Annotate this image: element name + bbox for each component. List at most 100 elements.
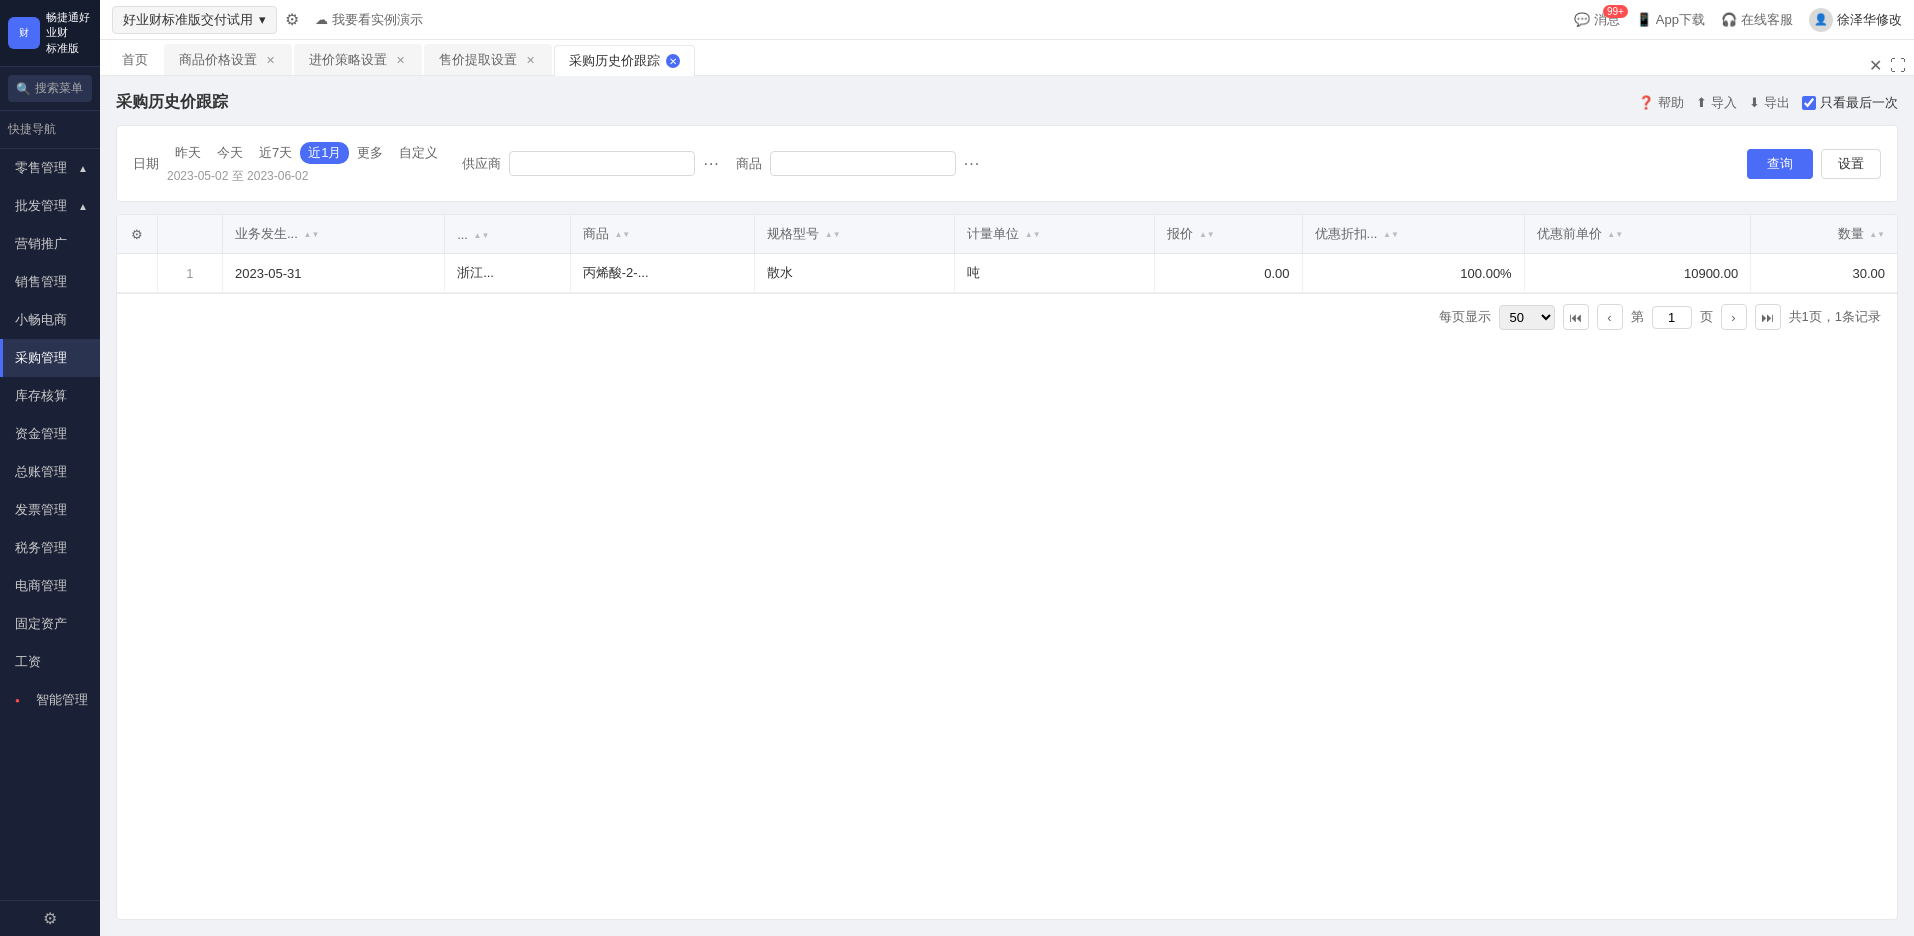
sidebar-item-fixed-assets[interactable]: 固定资产 (0, 605, 100, 643)
search-icon: 🔍 (16, 82, 31, 96)
main-area: 好业财标准版交付试用 ▾ ⚙ ☁ 我要看实例演示 💬 消息 99+ 📱 App下… (100, 0, 1914, 936)
sidebar-item-payroll[interactable]: 工资 (0, 643, 100, 681)
date-label: 日期 (133, 155, 159, 173)
help-icon: ❓ (1638, 95, 1654, 110)
date-option-1month[interactable]: 近1月 (300, 142, 349, 164)
goods-input[interactable] (770, 151, 956, 176)
tab-price[interactable]: 商品价格设置 ✕ (164, 44, 292, 75)
export-button[interactable]: ⬇ 导出 (1749, 94, 1790, 112)
tab-price-close[interactable]: ✕ (263, 53, 277, 67)
topbar-right: 💬 消息 99+ 📱 App下载 🎧 在线客服 👤 徐泽华修改 (1574, 8, 1902, 32)
tab-expand-button[interactable]: ⛶ (1890, 57, 1906, 75)
td-price: 0.00 (1155, 254, 1302, 293)
td-quantity: 30.00 (1751, 254, 1897, 293)
query-button[interactable]: 查询 (1747, 149, 1813, 179)
tab-strategy-close[interactable]: ✕ (393, 53, 407, 67)
quick-nav-button[interactable]: 快捷导航 (0, 115, 100, 144)
only-last-checkbox[interactable]: 只看最后一次 (1802, 94, 1898, 112)
online-service-button[interactable]: 🎧 在线客服 (1721, 11, 1793, 29)
td-unit-price: 10900.00 (1524, 254, 1751, 293)
th-spec[interactable]: 规格型号 ▲▼ (755, 215, 955, 254)
sidebar-item-ecommerce-small[interactable]: 小畅电商 (0, 301, 100, 339)
th-discount[interactable]: 优惠折扣... ▲▼ (1302, 215, 1524, 254)
data-table: ⚙ 业务发生... ▲▼ ... ▲▼ 商品 ▲▼ (117, 215, 1897, 293)
th-goods[interactable]: 商品 ▲▼ (570, 215, 754, 254)
last-page-button[interactable]: ⏭ (1755, 304, 1781, 330)
th-unit[interactable]: 计量单位 ▲▼ (955, 215, 1155, 254)
import-button[interactable]: ⬆ 导入 (1696, 94, 1737, 112)
table-row: 1 2023-05-31 浙江... 丙烯酸-2-... 散水 吨 0.00 1… (117, 254, 1897, 293)
sidebar-item-sales[interactable]: 销售管理 (0, 263, 100, 301)
app-logo-text: 畅捷通好业财 标准版 (46, 10, 92, 56)
th-price[interactable]: 报价 ▲▼ (1155, 215, 1302, 254)
sidebar-item-retail[interactable]: 零售管理 ▲ (0, 149, 100, 187)
sidebar-quick-nav[interactable]: 快捷导航 (0, 111, 100, 149)
tab-track-close[interactable]: ✕ (666, 54, 680, 68)
sort-icon: ▲▼ (1383, 230, 1399, 239)
date-option-today[interactable]: 今天 (209, 142, 251, 164)
filter-date: 日期 昨天 今天 近7天 近1月 更多 自定义 2023-05-02 至 202… (133, 142, 446, 185)
import-icon: ⬆ (1696, 95, 1707, 110)
app-download-button[interactable]: 📱 App下载 (1636, 11, 1705, 29)
date-options-top: 昨天 今天 近7天 近1月 更多 自定义 (167, 142, 446, 164)
th-dots[interactable]: ... ▲▼ (445, 215, 571, 254)
tabbar-actions: ✕ ⛶ (1869, 56, 1906, 75)
th-unit-price[interactable]: 优惠前单价 ▲▼ (1524, 215, 1751, 254)
per-page-select[interactable]: 50 10 20 100 (1499, 305, 1555, 330)
date-option-more[interactable]: 更多 (349, 142, 391, 164)
message-badge: 99+ (1603, 5, 1628, 18)
sort-icon: ▲▼ (303, 230, 319, 239)
date-option-7days[interactable]: 近7天 (251, 142, 300, 164)
supplier-more-button[interactable]: ··· (703, 155, 719, 173)
prev-page-button[interactable]: ‹ (1597, 304, 1623, 330)
td-spec: 散水 (755, 254, 955, 293)
tab-home[interactable]: 首页 (108, 45, 162, 75)
sidebar-item-invoice[interactable]: 发票管理 (0, 491, 100, 529)
sidebar-item-ecommerce[interactable]: 电商管理 (0, 567, 100, 605)
page-input[interactable] (1652, 306, 1692, 329)
version-selector[interactable]: 好业财标准版交付试用 ▾ (112, 6, 277, 34)
sidebar-item-smart[interactable]: 智能管理 (0, 681, 100, 719)
content-area: 采购历史价跟踪 ❓ 帮助 ⬆ 导入 ⬇ 导出 只看最后一次 (100, 76, 1914, 936)
first-page-button[interactable]: ⏮ (1563, 304, 1589, 330)
th-gear[interactable]: ⚙ (117, 215, 157, 254)
settings-button[interactable]: 设置 (1821, 149, 1881, 179)
help-button[interactable]: ❓ 帮助 (1638, 94, 1684, 112)
sidebar-settings-button[interactable]: ⚙ (43, 909, 57, 928)
sidebar-item-marketing[interactable]: 营销推广 (0, 225, 100, 263)
next-page-button[interactable]: › (1721, 304, 1747, 330)
sidebar-item-ledger[interactable]: 总账管理 (0, 453, 100, 491)
th-date[interactable]: 业务发生... ▲▼ (223, 215, 445, 254)
sidebar-search[interactable]: 🔍 搜索菜单 (0, 67, 100, 111)
sidebar-item-purchase[interactable]: 采购管理 (0, 339, 100, 377)
tab-track[interactable]: 采购历史价跟踪 ✕ (554, 45, 695, 76)
tab-close-button[interactable]: ✕ (1869, 56, 1882, 75)
page-title: 采购历史价跟踪 (116, 92, 228, 113)
sidebar-footer: ⚙ (0, 900, 100, 936)
tab-home-label: 首页 (122, 51, 148, 69)
sidebar-item-finance[interactable]: 资金管理 (0, 415, 100, 453)
user-menu[interactable]: 👤 徐泽华修改 (1809, 8, 1902, 32)
tab-sale-close[interactable]: ✕ (523, 53, 537, 67)
sidebar-item-inventory[interactable]: 库存核算 (0, 377, 100, 415)
supplier-input[interactable] (509, 151, 695, 176)
th-quantity[interactable]: 数量 ▲▼ (1751, 215, 1897, 254)
message-button[interactable]: 💬 消息 99+ (1574, 11, 1620, 29)
td-num: 1 (157, 254, 223, 293)
tab-strategy[interactable]: 进价策略设置 ✕ (294, 44, 422, 75)
tab-sale-label: 售价提取设置 (439, 51, 517, 69)
only-last-input[interactable] (1802, 96, 1816, 110)
demo-button[interactable]: ☁ 我要看实例演示 (315, 11, 423, 29)
sidebar-logo: 财 畅捷通好业财 标准版 (0, 0, 100, 67)
td-goods: 丙烯酸-2-... (570, 254, 754, 293)
sidebar-item-wholesale[interactable]: 批发管理 ▲ (0, 187, 100, 225)
sort-icon: ▲▼ (1869, 230, 1885, 239)
goods-more-button[interactable]: ··· (964, 155, 980, 173)
date-option-custom[interactable]: 自定义 (391, 142, 446, 164)
sidebar-item-tax[interactable]: 税务管理 (0, 529, 100, 567)
date-option-yesterday[interactable]: 昨天 (167, 142, 209, 164)
topbar-settings-button[interactable]: ⚙ (285, 10, 299, 29)
search-menu-button[interactable]: 🔍 搜索菜单 (8, 75, 92, 102)
export-icon: ⬇ (1749, 95, 1760, 110)
tab-sale[interactable]: 售价提取设置 ✕ (424, 44, 552, 75)
